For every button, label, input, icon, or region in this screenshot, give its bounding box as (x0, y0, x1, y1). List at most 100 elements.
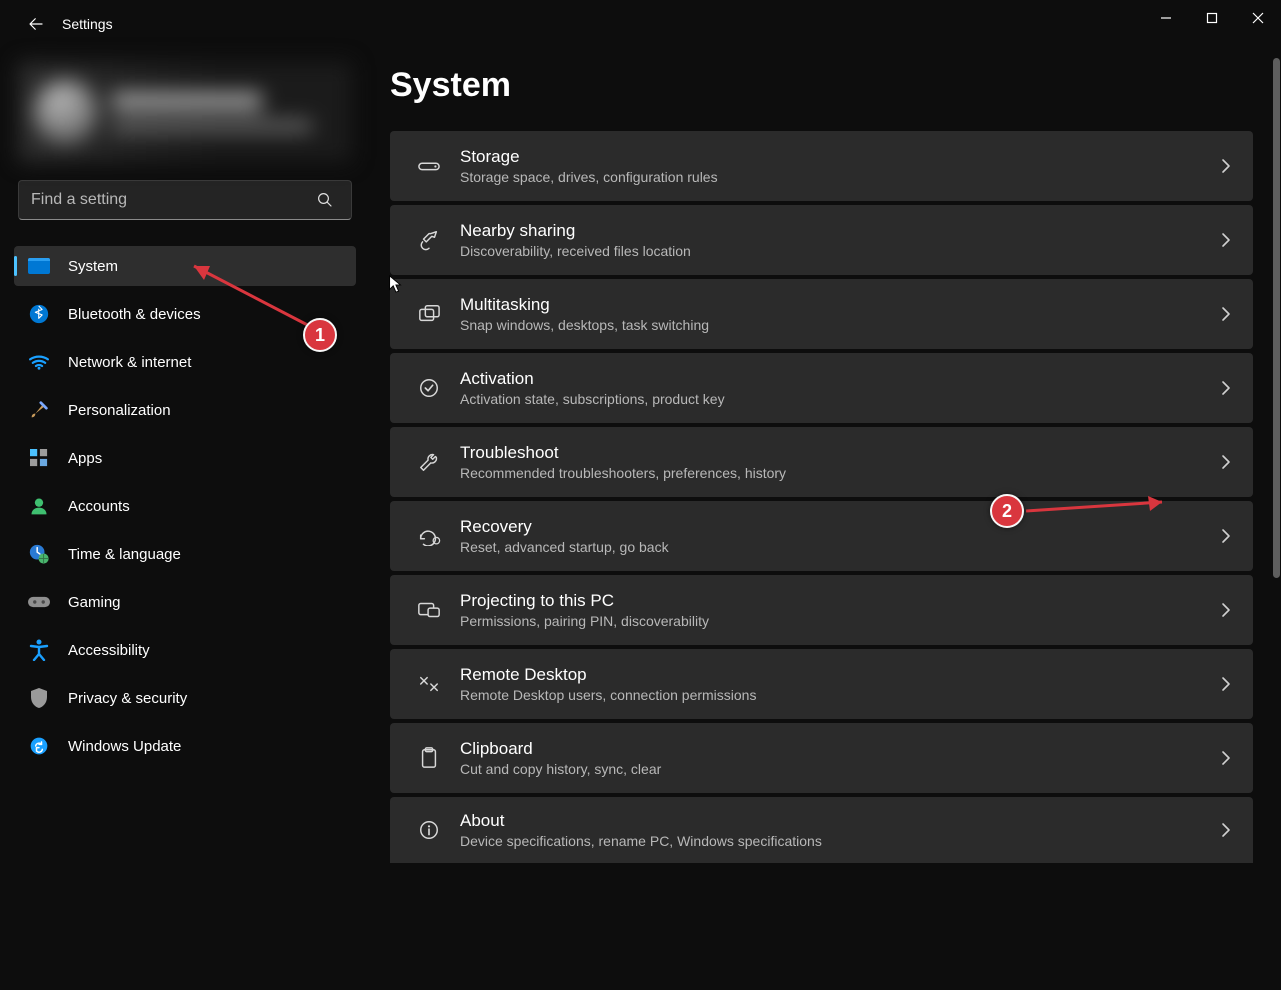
user-profile[interactable] (18, 62, 352, 162)
chevron-right-icon (1221, 528, 1231, 544)
sidebar-item-system[interactable]: System (14, 246, 356, 286)
shield-icon (28, 687, 50, 709)
wifi-icon (28, 351, 50, 373)
sidebar-item-label: Gaming (68, 594, 121, 611)
sidebar-item-label: Network & internet (68, 354, 191, 371)
vertical-scrollbar[interactable] (1273, 48, 1280, 986)
tile-subtitle: Cut and copy history, sync, clear (460, 760, 1221, 778)
tile-title: Clipboard (460, 738, 1221, 759)
page-title: System (390, 66, 1253, 105)
sidebar-item-accounts[interactable]: Accounts (14, 486, 356, 526)
tile-subtitle: Reset, advanced startup, go back (460, 538, 1221, 556)
tile-subtitle: Device specifications, rename PC, Window… (460, 832, 1221, 850)
close-icon (1252, 12, 1264, 24)
check-circle-icon (412, 377, 446, 399)
tile-subtitle: Storage space, drives, configuration rul… (460, 168, 1221, 186)
sidebar-item-label: Accounts (68, 498, 130, 515)
tile-about[interactable]: About Device specifications, rename PC, … (390, 797, 1253, 863)
sidebar-item-label: System (68, 258, 118, 275)
bluetooth-icon (28, 303, 50, 325)
tile-storage[interactable]: Storage Storage space, drives, configura… (390, 131, 1253, 201)
clock-globe-icon (28, 543, 50, 565)
wrench-icon (412, 451, 446, 473)
share-icon (412, 229, 446, 251)
maximize-icon (1206, 12, 1218, 24)
tile-title: Projecting to this PC (460, 590, 1221, 611)
sidebar-item-personalization[interactable]: Personalization (14, 390, 356, 430)
search-box[interactable] (18, 180, 352, 220)
tile-remote-desktop[interactable]: Remote Desktop Remote Desktop users, con… (390, 649, 1253, 719)
tile-troubleshoot[interactable]: Troubleshoot Recommended troubleshooters… (390, 427, 1253, 497)
back-button[interactable] (16, 4, 56, 44)
close-button[interactable] (1235, 0, 1281, 36)
chevron-right-icon (1221, 306, 1231, 322)
chevron-right-icon (1221, 750, 1231, 766)
sidebar-item-gaming[interactable]: Gaming (14, 582, 356, 622)
minimize-icon (1160, 12, 1172, 24)
nav-list: System Bluetooth & devices Network & int… (14, 246, 356, 766)
tile-activation[interactable]: Activation Activation state, subscriptio… (390, 353, 1253, 423)
maximize-button[interactable] (1189, 0, 1235, 36)
avatar (34, 80, 98, 144)
profile-text (112, 92, 336, 132)
search-button[interactable] (305, 180, 345, 220)
sidebar-item-apps[interactable]: Apps (14, 438, 356, 478)
tile-title: Remote Desktop (460, 664, 1221, 685)
info-icon (412, 819, 446, 841)
storage-icon (412, 159, 446, 173)
recovery-icon (412, 526, 446, 546)
sidebar-item-update[interactable]: Windows Update (14, 726, 356, 766)
mouse-cursor-icon (388, 275, 402, 293)
search-input[interactable] (31, 191, 305, 209)
back-arrow-icon (27, 15, 45, 33)
settings-tile-list: Storage Storage space, drives, configura… (390, 131, 1253, 863)
search-icon (316, 191, 334, 209)
tile-projecting[interactable]: Projecting to this PC Permissions, pairi… (390, 575, 1253, 645)
sidebar-item-network[interactable]: Network & internet (14, 342, 356, 382)
chevron-right-icon (1221, 454, 1231, 470)
sidebar-item-bluetooth[interactable]: Bluetooth & devices (14, 294, 356, 334)
minimize-button[interactable] (1143, 0, 1189, 36)
chevron-right-icon (1221, 232, 1231, 248)
tile-title: Nearby sharing (460, 220, 1221, 241)
chevron-right-icon (1221, 822, 1231, 838)
sidebar-item-accessibility[interactable]: Accessibility (14, 630, 356, 670)
tile-title: About (460, 810, 1221, 831)
tile-nearby-sharing[interactable]: Nearby sharing Discoverability, received… (390, 205, 1253, 275)
chevron-right-icon (1221, 676, 1231, 692)
scrollbar-thumb[interactable] (1273, 58, 1280, 578)
sidebar: System Bluetooth & devices Network & int… (0, 48, 364, 766)
clipboard-icon (412, 747, 446, 769)
chevron-right-icon (1221, 380, 1231, 396)
tile-multitasking[interactable]: Multitasking Snap windows, desktops, tas… (390, 279, 1253, 349)
paintbrush-icon (28, 399, 50, 421)
apps-icon (28, 447, 50, 469)
sidebar-item-time[interactable]: Time & language (14, 534, 356, 574)
sidebar-item-label: Accessibility (68, 642, 150, 659)
display-icon (28, 255, 50, 277)
tile-title: Activation (460, 368, 1221, 389)
tile-subtitle: Discoverability, received files location (460, 242, 1221, 260)
accessibility-icon (28, 639, 50, 661)
main-panel: System Storage Storage space, drives, co… (390, 48, 1253, 990)
remote-icon (412, 674, 446, 694)
sidebar-item-privacy[interactable]: Privacy & security (14, 678, 356, 718)
tile-subtitle: Permissions, pairing PIN, discoverabilit… (460, 612, 1221, 630)
update-icon (28, 735, 50, 757)
tile-title: Multitasking (460, 294, 1221, 315)
tile-title: Recovery (460, 516, 1221, 537)
tile-subtitle: Snap windows, desktops, task switching (460, 316, 1221, 334)
tile-title: Troubleshoot (460, 442, 1221, 463)
tile-title: Storage (460, 146, 1221, 167)
tile-clipboard[interactable]: Clipboard Cut and copy history, sync, cl… (390, 723, 1253, 793)
sidebar-item-label: Bluetooth & devices (68, 306, 201, 323)
multitask-icon (412, 304, 446, 324)
project-icon (412, 600, 446, 620)
tile-subtitle: Activation state, subscriptions, product… (460, 390, 1221, 408)
tile-recovery[interactable]: Recovery Reset, advanced startup, go bac… (390, 501, 1253, 571)
window-controls (1143, 0, 1281, 36)
gamepad-icon (28, 591, 50, 613)
sidebar-item-label: Apps (68, 450, 102, 467)
title-bar: Settings (0, 0, 1281, 48)
tile-subtitle: Remote Desktop users, connection permiss… (460, 686, 1221, 704)
